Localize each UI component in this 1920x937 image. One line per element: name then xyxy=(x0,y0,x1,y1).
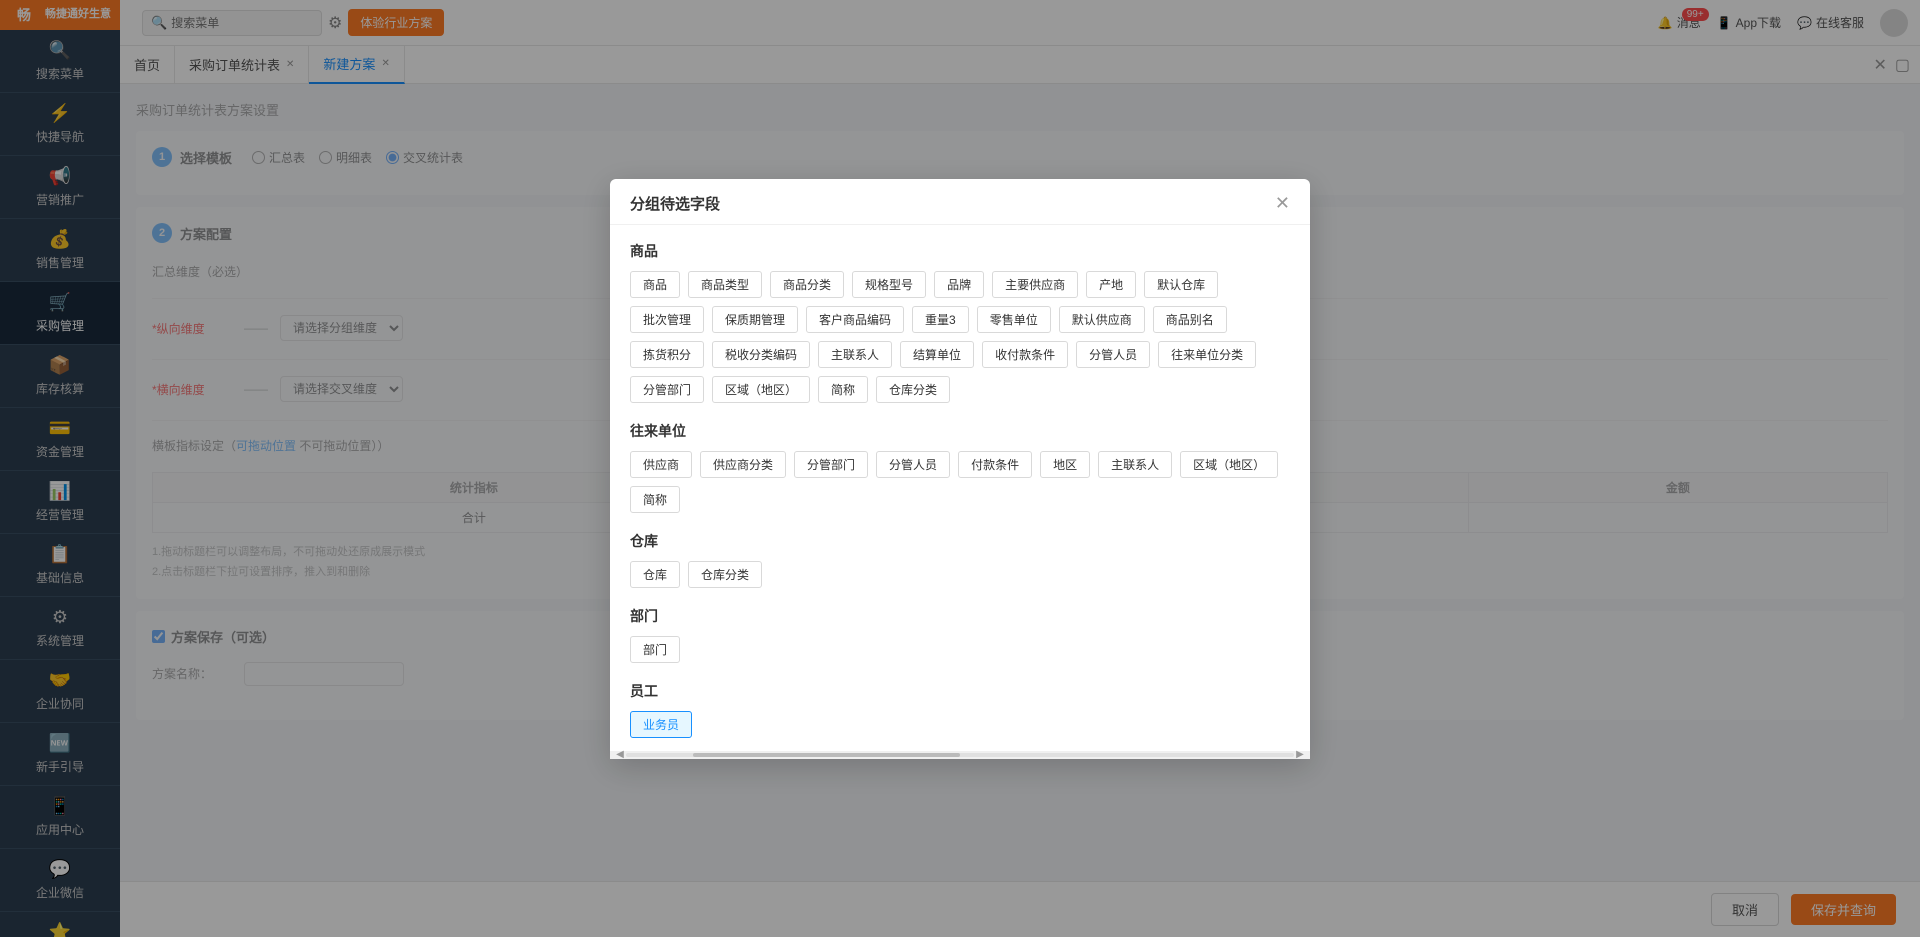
field-tag-0-11[interactable]: 重量3 xyxy=(912,306,969,333)
field-tag-2-1[interactable]: 仓库分类 xyxy=(688,561,762,588)
field-tag-1-2[interactable]: 分管部门 xyxy=(794,451,868,478)
field-tag-0-4[interactable]: 品牌 xyxy=(934,271,984,298)
field-tag-1-7[interactable]: 区域（地区） xyxy=(1180,451,1278,478)
field-tag-0-7[interactable]: 默认仓库 xyxy=(1144,271,1218,298)
field-tag-0-1[interactable]: 商品类型 xyxy=(688,271,762,298)
field-group-title-0: 商品 xyxy=(630,241,1290,261)
field-tag-0-23[interactable]: 区域（地区） xyxy=(712,376,810,403)
field-tag-0-0[interactable]: 商品 xyxy=(630,271,680,298)
field-tag-0-8[interactable]: 批次管理 xyxy=(630,306,704,333)
modal-body: 商品商品商品类型商品分类规格型号品牌主要供应商产地默认仓库批次管理保质期管理客户… xyxy=(610,225,1310,751)
field-tag-0-21[interactable]: 往来单位分类 xyxy=(1158,341,1256,368)
field-group-title-4: 员工 xyxy=(630,681,1290,701)
field-tag-0-9[interactable]: 保质期管理 xyxy=(712,306,798,333)
field-group-title-2: 仓库 xyxy=(630,531,1290,551)
field-tag-0-20[interactable]: 分管人员 xyxy=(1076,341,1150,368)
field-tag-0-16[interactable]: 税收分类编码 xyxy=(712,341,810,368)
field-tag-1-4[interactable]: 付款条件 xyxy=(958,451,1032,478)
field-tag-1-0[interactable]: 供应商 xyxy=(630,451,692,478)
field-tag-1-1[interactable]: 供应商分类 xyxy=(700,451,786,478)
field-tags-0: 商品商品类型商品分类规格型号品牌主要供应商产地默认仓库批次管理保质期管理客户商品… xyxy=(630,271,1290,403)
scroll-left-arrow[interactable]: ◀ xyxy=(614,749,626,760)
field-group-4: 员工业务员 xyxy=(630,681,1290,738)
field-group-1: 往来单位供应商供应商分类分管部门分管人员付款条件地区主联系人区域（地区） 简称 xyxy=(630,421,1290,513)
field-tag-1-8[interactable]: 简称 xyxy=(630,486,680,513)
field-tag-0-15[interactable]: 拣货积分 xyxy=(630,341,704,368)
field-group-title-3: 部门 xyxy=(630,606,1290,626)
field-tag-4-0[interactable]: 业务员 xyxy=(630,711,692,738)
field-tags-2: 仓库仓库分类 xyxy=(630,561,1290,588)
field-tags-4: 业务员 xyxy=(630,711,1290,738)
modal-header: 分组待选字段 ✕ xyxy=(610,179,1310,225)
field-tag-0-2[interactable]: 商品分类 xyxy=(770,271,844,298)
field-tag-0-18[interactable]: 结算单位 xyxy=(900,341,974,368)
field-group-0: 商品商品商品类型商品分类规格型号品牌主要供应商产地默认仓库批次管理保质期管理客户… xyxy=(630,241,1290,403)
field-tag-2-0[interactable]: 仓库 xyxy=(630,561,680,588)
field-tag-0-12[interactable]: 零售单位 xyxy=(977,306,1051,333)
field-tags-3: 部门 xyxy=(630,636,1290,663)
field-group-2: 仓库仓库仓库分类 xyxy=(630,531,1290,588)
field-tag-1-6[interactable]: 主联系人 xyxy=(1098,451,1172,478)
field-tag-0-17[interactable]: 主联系人 xyxy=(818,341,892,368)
modal-scrollbar: ◀ ▶ xyxy=(610,751,1310,759)
modal: 分组待选字段 ✕ 商品商品商品类型商品分类规格型号品牌主要供应商产地默认仓库批次… xyxy=(610,179,1310,759)
modal-title: 分组待选字段 xyxy=(630,193,720,214)
field-tag-0-24[interactable]: 简称 xyxy=(818,376,868,403)
field-tag-0-3[interactable]: 规格型号 xyxy=(852,271,926,298)
modal-overlay: 分组待选字段 ✕ 商品商品商品类型商品分类规格型号品牌主要供应商产地默认仓库批次… xyxy=(0,0,1920,937)
scroll-right-arrow[interactable]: ▶ xyxy=(1294,749,1306,760)
field-tag-0-22[interactable]: 分管部门 xyxy=(630,376,704,403)
modal-close-btn[interactable]: ✕ xyxy=(1275,194,1290,212)
field-tag-0-25[interactable]: 仓库分类 xyxy=(876,376,950,403)
scroll-track[interactable] xyxy=(626,753,1294,757)
field-tag-3-0[interactable]: 部门 xyxy=(630,636,680,663)
field-group-title-1: 往来单位 xyxy=(630,421,1290,441)
field-tag-1-3[interactable]: 分管人员 xyxy=(876,451,950,478)
field-tag-0-10[interactable]: 客户商品编码 xyxy=(806,306,904,333)
field-tag-0-13[interactable]: 默认供应商 xyxy=(1059,306,1145,333)
scroll-thumb xyxy=(693,753,960,757)
field-tag-0-5[interactable]: 主要供应商 xyxy=(992,271,1078,298)
field-tag-0-14[interactable]: 商品别名 xyxy=(1153,306,1227,333)
field-tag-0-19[interactable]: 收付款条件 xyxy=(982,341,1068,368)
field-tag-1-5[interactable]: 地区 xyxy=(1040,451,1090,478)
field-tag-0-6[interactable]: 产地 xyxy=(1086,271,1136,298)
field-group-3: 部门部门 xyxy=(630,606,1290,663)
field-tags-1: 供应商供应商分类分管部门分管人员付款条件地区主联系人区域（地区） 简称 xyxy=(630,451,1290,513)
